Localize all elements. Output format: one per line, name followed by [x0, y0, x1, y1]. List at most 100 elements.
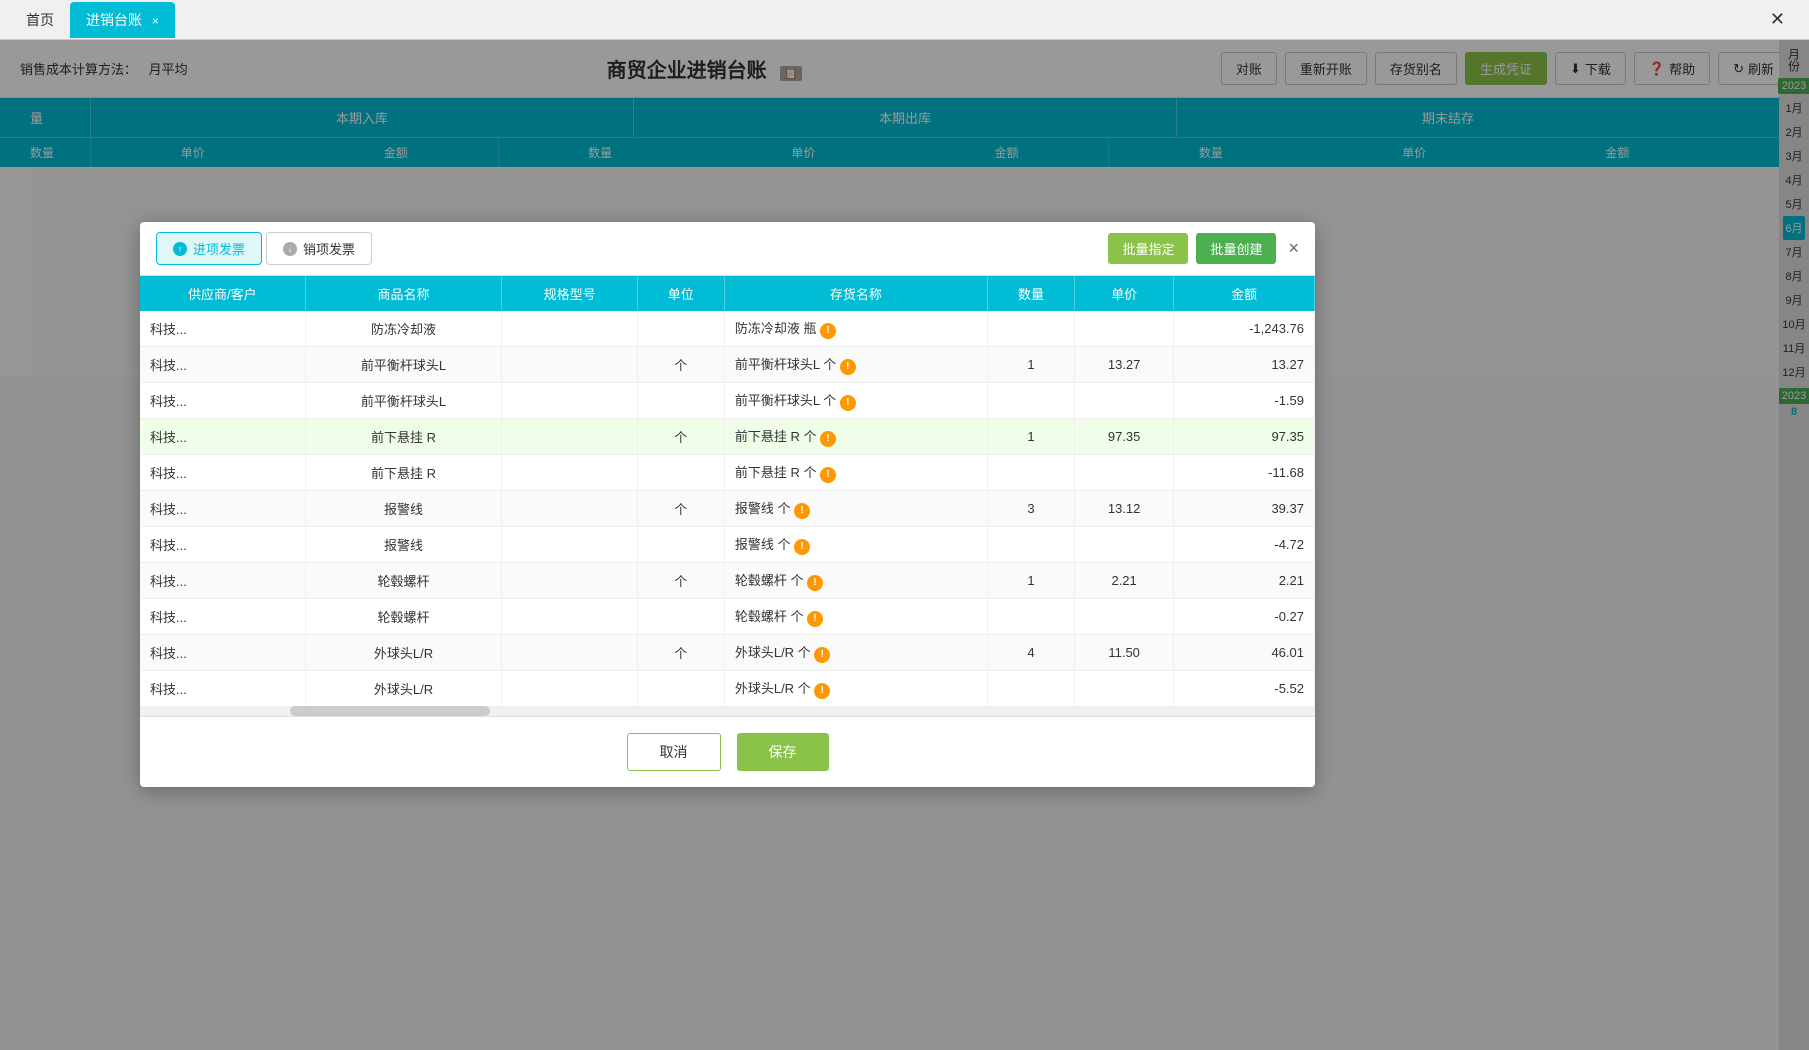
cell-unit	[637, 383, 724, 419]
table-row: 科技... 外球头L/R 外球头L/R 个 ! -5.52	[140, 671, 1315, 707]
cell-amount: -11.68	[1174, 455, 1315, 491]
table-header-row: 供应商/客户 商品名称 规格型号 单位 存货名称 数量 单价 金额	[140, 276, 1315, 311]
cell-unit: 个	[637, 419, 724, 455]
save-button[interactable]: 保存	[737, 733, 829, 771]
table-row: 科技... 报警线 个 报警线 个 ! 3 13.12 39.37	[140, 491, 1315, 527]
tab-home[interactable]: 首页	[10, 2, 70, 38]
cell-quantity	[987, 383, 1074, 419]
cell-quantity	[987, 311, 1074, 347]
batch-create-button[interactable]: 批量创建	[1196, 233, 1276, 264]
cell-unit-price: 13.27	[1075, 347, 1174, 383]
cell-inventory-name: 前平衡杆球头L 个 !	[724, 347, 987, 383]
cancel-button[interactable]: 取消	[627, 733, 721, 771]
cell-spec	[502, 563, 637, 599]
cell-quantity: 4	[987, 635, 1074, 671]
scroll-thumb[interactable]	[290, 706, 490, 716]
cell-unit-price	[1075, 671, 1174, 707]
cell-unit: 个	[637, 491, 724, 527]
warn-icon: !	[807, 611, 823, 627]
cell-quantity: 1	[987, 563, 1074, 599]
modal-table: 供应商/客户 商品名称 规格型号 单位 存货名称 数量 单价 金额 科技... …	[140, 276, 1315, 706]
cell-spec	[502, 671, 637, 707]
cell-amount: -1,243.76	[1174, 311, 1315, 347]
cell-unit-price	[1075, 383, 1174, 419]
tab-close-icon[interactable]: ×	[152, 14, 159, 28]
cell-amount: -4.72	[1174, 527, 1315, 563]
cell-amount: 39.37	[1174, 491, 1315, 527]
table-row: 科技... 外球头L/R 个 外球头L/R 个 ! 4 11.50 46.01	[140, 635, 1315, 671]
tab-ledger[interactable]: 进销台账 ×	[70, 2, 175, 38]
th-supplier: 供应商/客户	[140, 276, 305, 311]
table-row: 科技... 报警线 报警线 个 ! -4.72	[140, 527, 1315, 563]
cell-inventory-name: 外球头L/R 个 !	[724, 635, 987, 671]
scroll-bar[interactable]	[140, 706, 1315, 716]
cell-product-name: 报警线	[305, 491, 502, 527]
table-row: 科技... 轮毂螺杆 个 轮毂螺杆 个 ! 1 2.21 2.21	[140, 563, 1315, 599]
cell-unit	[637, 671, 724, 707]
cell-amount: 46.01	[1174, 635, 1315, 671]
modal-tabs: ↑ 进项发票 ↓ 销项发票	[156, 232, 372, 265]
cell-amount: -1.59	[1174, 383, 1315, 419]
th-unit: 单位	[637, 276, 724, 311]
modal-header: ↑ 进项发票 ↓ 销项发票 批量指定 批量创建 ×	[140, 222, 1315, 276]
tab-outbound-invoice[interactable]: ↓ 销项发票	[266, 232, 372, 265]
cell-spec	[502, 455, 637, 491]
th-unit-price: 单价	[1075, 276, 1174, 311]
warn-icon: !	[840, 359, 856, 375]
cell-unit-price: 13.12	[1075, 491, 1174, 527]
cell-unit-price: 2.21	[1075, 563, 1174, 599]
cell-amount: -5.52	[1174, 671, 1315, 707]
cell-amount: 2.21	[1174, 563, 1315, 599]
cell-supplier: 科技...	[140, 419, 305, 455]
cell-product-name: 前平衡杆球头L	[305, 383, 502, 419]
cell-quantity: 1	[987, 347, 1074, 383]
cell-supplier: 科技...	[140, 383, 305, 419]
batch-assign-button[interactable]: 批量指定	[1108, 233, 1188, 264]
cell-quantity	[987, 671, 1074, 707]
cell-unit: 个	[637, 347, 724, 383]
table-row: 科技... 防冻冷却液 防冻冷却液 瓶 ! -1,243.76	[140, 311, 1315, 347]
cell-supplier: 科技...	[140, 635, 305, 671]
cell-spec	[502, 383, 637, 419]
cell-amount: 13.27	[1174, 347, 1315, 383]
cell-quantity: 1	[987, 419, 1074, 455]
cell-quantity: 3	[987, 491, 1074, 527]
th-amount: 金额	[1174, 276, 1315, 311]
cell-product-name: 前下悬挂 R	[305, 455, 502, 491]
cell-supplier: 科技...	[140, 671, 305, 707]
cell-spec	[502, 599, 637, 635]
cell-unit: 个	[637, 563, 724, 599]
window-close-button[interactable]: ✕	[1756, 3, 1799, 36]
table-row: 科技... 前下悬挂 R 个 前下悬挂 R 个 ! 1 97.35 97.35	[140, 419, 1315, 455]
modal-header-actions: 批量指定 批量创建	[1108, 233, 1276, 264]
cell-product-name: 外球头L/R	[305, 635, 502, 671]
inbound-tab-icon: ↑	[173, 242, 187, 256]
cell-quantity	[987, 455, 1074, 491]
cell-spec	[502, 419, 637, 455]
cell-supplier: 科技...	[140, 563, 305, 599]
tab-inbound-invoice[interactable]: ↑ 进项发票	[156, 232, 262, 265]
cell-supplier: 科技...	[140, 311, 305, 347]
cell-supplier: 科技...	[140, 599, 305, 635]
table-row: 科技... 前平衡杆球头L 个 前平衡杆球头L 个 ! 1 13.27 13.2…	[140, 347, 1315, 383]
cell-unit	[637, 599, 724, 635]
cell-product-name: 轮毂螺杆	[305, 563, 502, 599]
warn-icon: !	[794, 539, 810, 555]
cell-supplier: 科技...	[140, 491, 305, 527]
th-spec: 规格型号	[502, 276, 637, 311]
warn-icon: !	[814, 683, 830, 699]
cell-unit	[637, 311, 724, 347]
warn-icon: !	[820, 431, 836, 447]
cell-spec	[502, 311, 637, 347]
cell-inventory-name: 前下悬挂 R 个 !	[724, 455, 987, 491]
warn-icon: !	[820, 467, 836, 483]
cell-quantity	[987, 527, 1074, 563]
cell-inventory-name: 防冻冷却液 瓶 !	[724, 311, 987, 347]
tab-bar: 首页 进销台账 × ✕	[0, 0, 1809, 40]
warn-icon: !	[820, 323, 836, 339]
cell-unit	[637, 455, 724, 491]
warn-icon: !	[807, 575, 823, 591]
cell-spec	[502, 527, 637, 563]
modal-close-button[interactable]: ×	[1288, 238, 1299, 259]
cell-unit	[637, 527, 724, 563]
